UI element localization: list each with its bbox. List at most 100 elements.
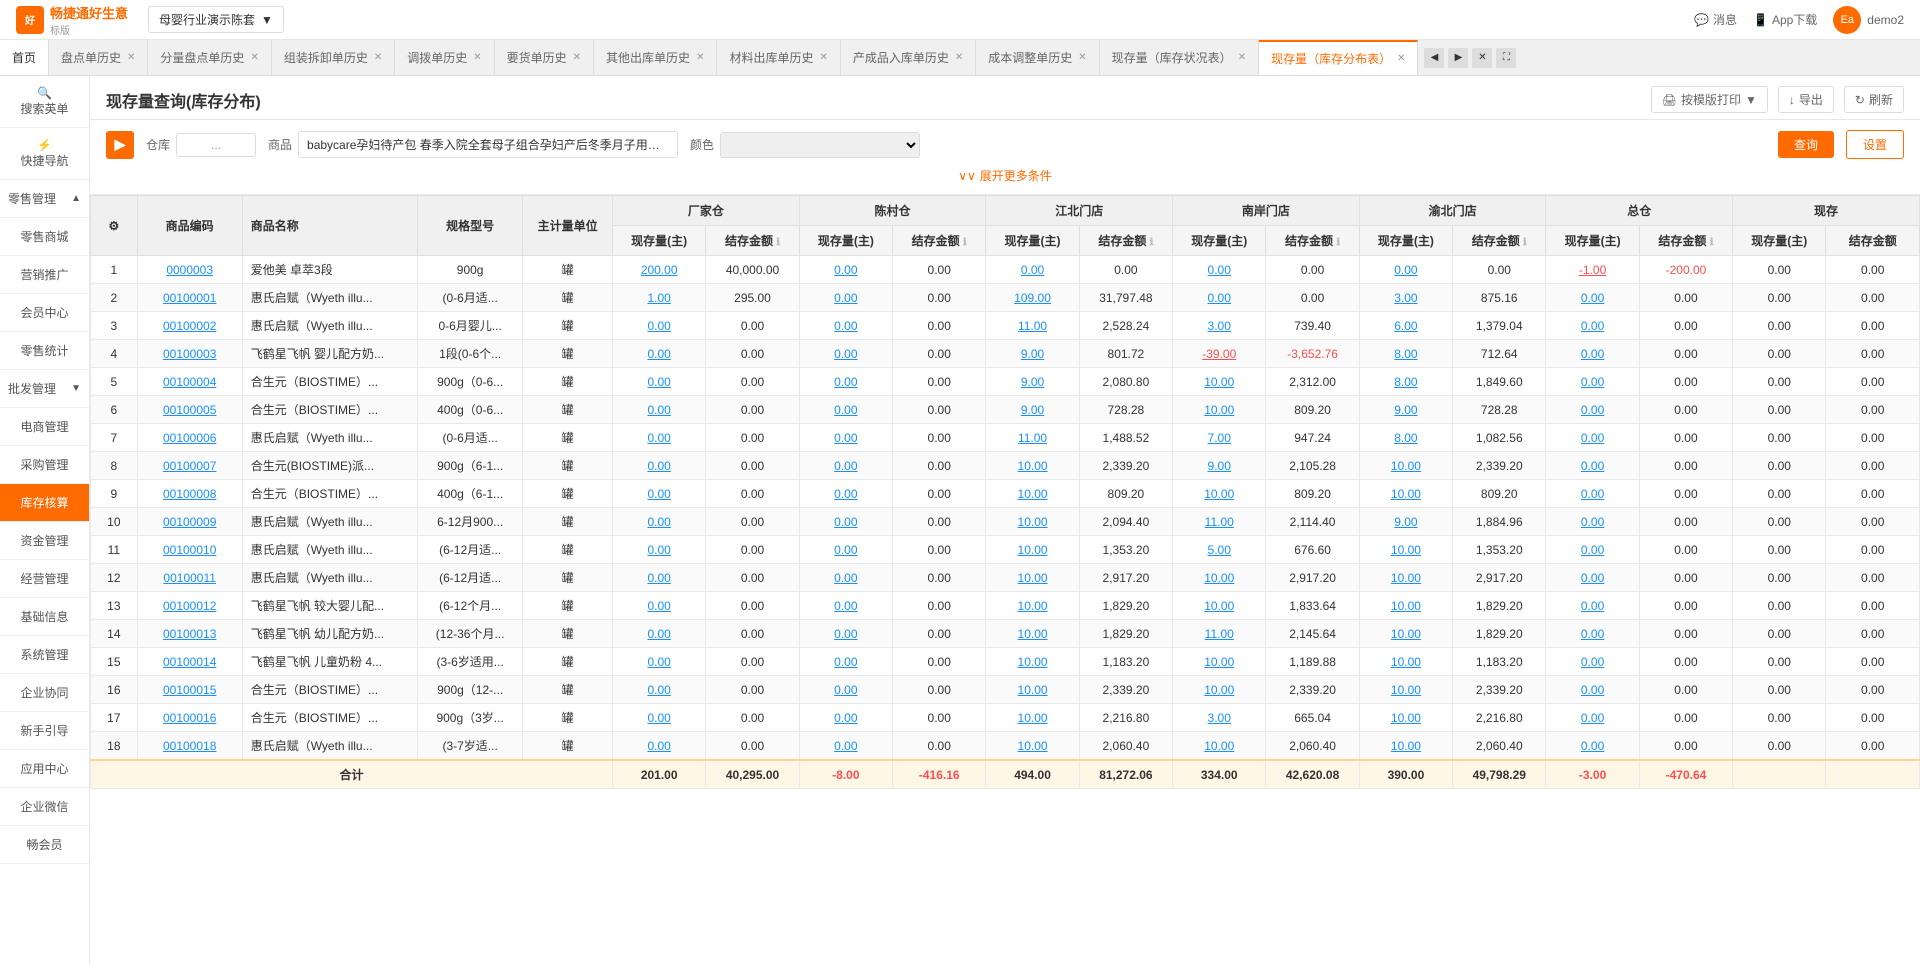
yuanbei-stock[interactable]: 10.00: [1359, 564, 1452, 592]
query-btn[interactable]: 查询: [1778, 131, 1834, 158]
sidebar-item-wholesale[interactable]: 批发管理 ▼: [0, 370, 89, 408]
total-stock[interactable]: 0.00: [1546, 452, 1639, 480]
tab-material-out[interactable]: 材料出库单历史✕: [717, 40, 840, 76]
factory-stock[interactable]: 0.00: [613, 704, 706, 732]
factory-stock[interactable]: 0.00: [613, 732, 706, 761]
user-menu[interactable]: Ea demo2: [1833, 6, 1904, 34]
jiangbei-stock[interactable]: 10.00: [986, 480, 1079, 508]
nangan-stock[interactable]: 5.00: [1173, 536, 1266, 564]
sidebar-item-retail[interactable]: 零售管理 ▲: [0, 180, 89, 218]
jiangbei-stock[interactable]: 11.00: [986, 424, 1079, 452]
tab-count-split[interactable]: 分量盘点单历史✕: [148, 40, 271, 76]
total-stock[interactable]: 0.00: [1546, 536, 1639, 564]
refresh-btn[interactable]: ↻ 刷新: [1844, 86, 1904, 113]
yuanbei-stock[interactable]: 10.00: [1359, 676, 1452, 704]
jiangbei-stock[interactable]: 10.00: [986, 564, 1079, 592]
nancun-stock[interactable]: 0.00: [799, 536, 892, 564]
total-stock[interactable]: 0.00: [1546, 424, 1639, 452]
row-code[interactable]: 00100008: [137, 480, 242, 508]
row-code[interactable]: 00100007: [137, 452, 242, 480]
factory-stock[interactable]: 0.00: [613, 508, 706, 536]
row-code[interactable]: 00100015: [137, 676, 242, 704]
factory-stock[interactable]: 0.00: [613, 592, 706, 620]
yuanbei-stock[interactable]: 6.00: [1359, 312, 1452, 340]
jiangbei-stock[interactable]: 9.00: [986, 340, 1079, 368]
nangan-stock[interactable]: 0.00: [1173, 284, 1266, 312]
setting-btn[interactable]: 设置: [1846, 130, 1904, 159]
row-code[interactable]: 00100001: [137, 284, 242, 312]
nancun-stock[interactable]: 0.00: [799, 284, 892, 312]
tab-home[interactable]: 首页: [0, 40, 49, 76]
row-code[interactable]: 00100016: [137, 704, 242, 732]
jiangbei-stock[interactable]: 10.00: [986, 508, 1079, 536]
row-code[interactable]: 00100014: [137, 648, 242, 676]
row-code[interactable]: 00100005: [137, 396, 242, 424]
jiangbei-stock[interactable]: 10.00: [986, 676, 1079, 704]
nancun-stock[interactable]: 0.00: [799, 704, 892, 732]
tab-combo-split[interactable]: 组装拆卸单历史✕: [272, 40, 395, 76]
factory-stock[interactable]: 0.00: [613, 452, 706, 480]
tab-expand-btn[interactable]: ⛶: [1496, 48, 1516, 68]
nangan-stock[interactable]: 10.00: [1173, 480, 1266, 508]
nangan-stock[interactable]: 10.00: [1173, 648, 1266, 676]
jiangbei-stock[interactable]: 10.00: [986, 620, 1079, 648]
close-icon[interactable]: ✕: [1078, 52, 1086, 63]
warehouse-input[interactable]: ...: [176, 133, 256, 157]
row-code[interactable]: 00100012: [137, 592, 242, 620]
row-code[interactable]: 0000003: [137, 256, 242, 284]
total-stock[interactable]: 0.00: [1546, 368, 1639, 396]
yuanbei-stock[interactable]: 10.00: [1359, 452, 1452, 480]
nangan-stock[interactable]: 3.00: [1173, 312, 1266, 340]
print-btn[interactable]: 🖨 按模版打印 ▼: [1651, 86, 1768, 113]
yuanbei-stock[interactable]: 9.00: [1359, 508, 1452, 536]
nancun-stock[interactable]: 0.00: [799, 592, 892, 620]
total-stock[interactable]: 0.00: [1546, 396, 1639, 424]
nancun-stock[interactable]: 0.00: [799, 676, 892, 704]
close-icon[interactable]: ✕: [573, 52, 581, 63]
factory-stock[interactable]: 0.00: [613, 564, 706, 592]
col-settings-header[interactable]: ⚙: [91, 196, 138, 256]
tab-close-all-btn[interactable]: ✕: [1472, 48, 1492, 68]
expand-more-btn[interactable]: ∨∨ 展开更多条件: [958, 167, 1052, 184]
yuanbei-stock[interactable]: 10.00: [1359, 732, 1452, 761]
yuanbei-stock[interactable]: 9.00: [1359, 396, 1452, 424]
total-stock[interactable]: 0.00: [1546, 284, 1639, 312]
company-dropdown[interactable]: 母婴行业演示陈套 ▼: [148, 6, 284, 33]
jiangbei-stock[interactable]: 109.00: [986, 284, 1079, 312]
export-btn[interactable]: ↓ 导出: [1778, 86, 1834, 113]
factory-stock[interactable]: 0.00: [613, 340, 706, 368]
jiangbei-stock[interactable]: 9.00: [986, 396, 1079, 424]
sidebar-item-marketing[interactable]: 营销推广: [0, 256, 89, 294]
jiangbei-stock[interactable]: 11.00: [986, 312, 1079, 340]
nangan-stock[interactable]: 9.00: [1173, 452, 1266, 480]
tab-request[interactable]: 要货单历史✕: [495, 40, 594, 76]
factory-stock[interactable]: 0.00: [613, 676, 706, 704]
nancun-stock[interactable]: 0.00: [799, 312, 892, 340]
total-stock[interactable]: 0.00: [1546, 312, 1639, 340]
jiangbei-stock[interactable]: 10.00: [986, 452, 1079, 480]
close-icon[interactable]: ✕: [1397, 53, 1405, 64]
tab-stock-dist[interactable]: 现存量（库存分布表）✕: [1259, 40, 1418, 76]
sidebar-item-system[interactable]: 系统管理: [0, 636, 89, 674]
total-stock[interactable]: 0.00: [1546, 564, 1639, 592]
factory-stock[interactable]: 0.00: [613, 368, 706, 396]
sidebar-item-collab[interactable]: 企业协同: [0, 674, 89, 712]
row-code[interactable]: 00100009: [137, 508, 242, 536]
yuanbei-stock[interactable]: 10.00: [1359, 480, 1452, 508]
yuanbei-stock[interactable]: 8.00: [1359, 424, 1452, 452]
factory-stock[interactable]: 0.00: [613, 536, 706, 564]
total-stock[interactable]: 0.00: [1546, 340, 1639, 368]
row-code[interactable]: 00100013: [137, 620, 242, 648]
total-stock[interactable]: 0.00: [1546, 676, 1639, 704]
yuanbei-stock[interactable]: 10.00: [1359, 536, 1452, 564]
nancun-stock[interactable]: 0.00: [799, 452, 892, 480]
row-code[interactable]: 00100011: [137, 564, 242, 592]
nancun-stock[interactable]: 0.00: [799, 648, 892, 676]
nangan-stock[interactable]: 11.00: [1173, 620, 1266, 648]
sidebar-item-retail-stat[interactable]: 零售统计: [0, 332, 89, 370]
total-stock[interactable]: 0.00: [1546, 648, 1639, 676]
yuanbei-stock[interactable]: 8.00: [1359, 340, 1452, 368]
jiangbei-stock[interactable]: 9.00: [986, 368, 1079, 396]
nangan-stock[interactable]: 7.00: [1173, 424, 1266, 452]
factory-stock[interactable]: 0.00: [613, 648, 706, 676]
